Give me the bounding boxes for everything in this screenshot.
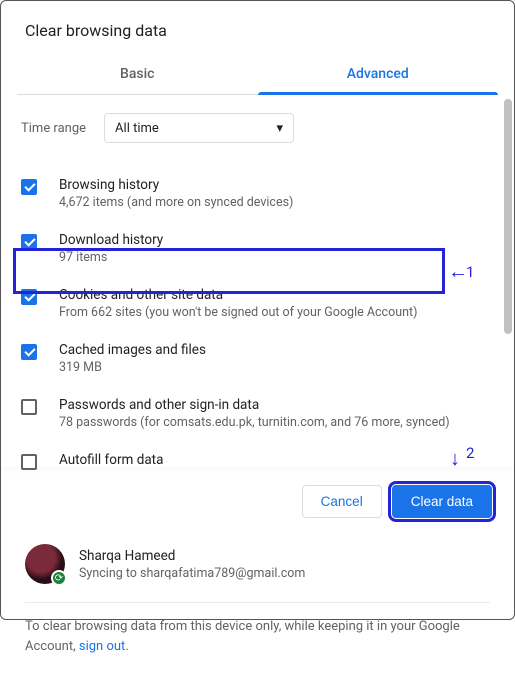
tab-basic[interactable]: Basic (17, 56, 258, 94)
avatar: ⟳ (25, 544, 65, 584)
checkbox[interactable] (21, 179, 37, 195)
annotation-arrow-1: 1 (448, 259, 474, 284)
option-sub: 319 MB (59, 360, 206, 375)
option-autofill[interactable]: Autofill form data (21, 444, 494, 470)
annotation-label-2: 2 (466, 447, 474, 461)
annotation-arrow-2: ↓ 2 (450, 449, 460, 467)
tab-bar: Basic Advanced (17, 56, 498, 95)
checkbox[interactable] (21, 289, 37, 305)
sync-icon: ⟳ (51, 570, 67, 586)
clear-browsing-data-dialog: Clear browsing data Basic Advanced Time … (1, 1, 514, 676)
scrollbar[interactable] (504, 99, 512, 334)
option-download-history[interactable]: Download history 97 items (21, 224, 494, 279)
annotation-label-1: 1 (466, 263, 474, 281)
option-cached[interactable]: Cached images and files 319 MB (21, 334, 494, 389)
cancel-button[interactable]: Cancel (302, 485, 382, 518)
options-scroll-area: Time range All time ▾ Browsing history 4… (1, 95, 514, 470)
account-name: Sharqa Hameed (79, 548, 305, 564)
dialog-actions: ↓ 2 Cancel Clear data (1, 471, 514, 536)
option-cookies[interactable]: Cookies and other site data From 662 sit… (21, 279, 494, 334)
tab-advanced[interactable]: Advanced (258, 56, 499, 94)
option-title: Browsing history (59, 177, 293, 193)
checkbox[interactable] (21, 344, 37, 360)
time-range-select[interactable]: All time ▾ (104, 113, 294, 143)
checkbox[interactable] (21, 399, 37, 415)
clear-data-button[interactable]: Clear data (392, 485, 492, 518)
options-list: Browsing history 4,672 items (and more o… (21, 169, 494, 470)
option-title: Cached images and files (59, 342, 206, 358)
checkbox[interactable] (21, 234, 37, 250)
option-title: Passwords and other sign-in data (59, 397, 450, 413)
option-title: Download history (59, 232, 163, 248)
option-sub: 78 passwords (for comsats.edu.pk, turnit… (59, 415, 450, 430)
option-title: Cookies and other site data (59, 287, 417, 303)
dialog-title: Clear browsing data (1, 1, 514, 56)
time-range-value: All time (115, 121, 159, 136)
option-sub: 4,672 items (and more on synced devices) (59, 195, 293, 210)
checkbox[interactable] (21, 454, 37, 470)
option-passwords[interactable]: Passwords and other sign-in data 78 pass… (21, 389, 494, 444)
option-browsing-history[interactable]: Browsing history 4,672 items (and more o… (21, 169, 494, 224)
chevron-down-icon: ▾ (277, 121, 284, 136)
footer-note: To clear browsing data from this device … (1, 603, 514, 676)
option-title: Autofill form data (59, 452, 163, 468)
account-row: ⟳ Sharqa Hameed Syncing to sharqafatima7… (1, 536, 514, 602)
arrow-down-icon: ↓ (450, 449, 460, 467)
time-range-row: Time range All time ▾ (21, 95, 494, 169)
arrow-left-icon (448, 259, 464, 284)
option-sub: 97 items (59, 250, 163, 265)
note-text-b: . (125, 639, 128, 654)
sign-out-link[interactable]: sign out (79, 639, 125, 654)
time-range-label: Time range (21, 121, 86, 136)
option-sub: From 662 sites (you won't be signed out … (59, 305, 417, 320)
account-sync-status: Syncing to sharqafatima789@gmail.com (79, 566, 305, 581)
